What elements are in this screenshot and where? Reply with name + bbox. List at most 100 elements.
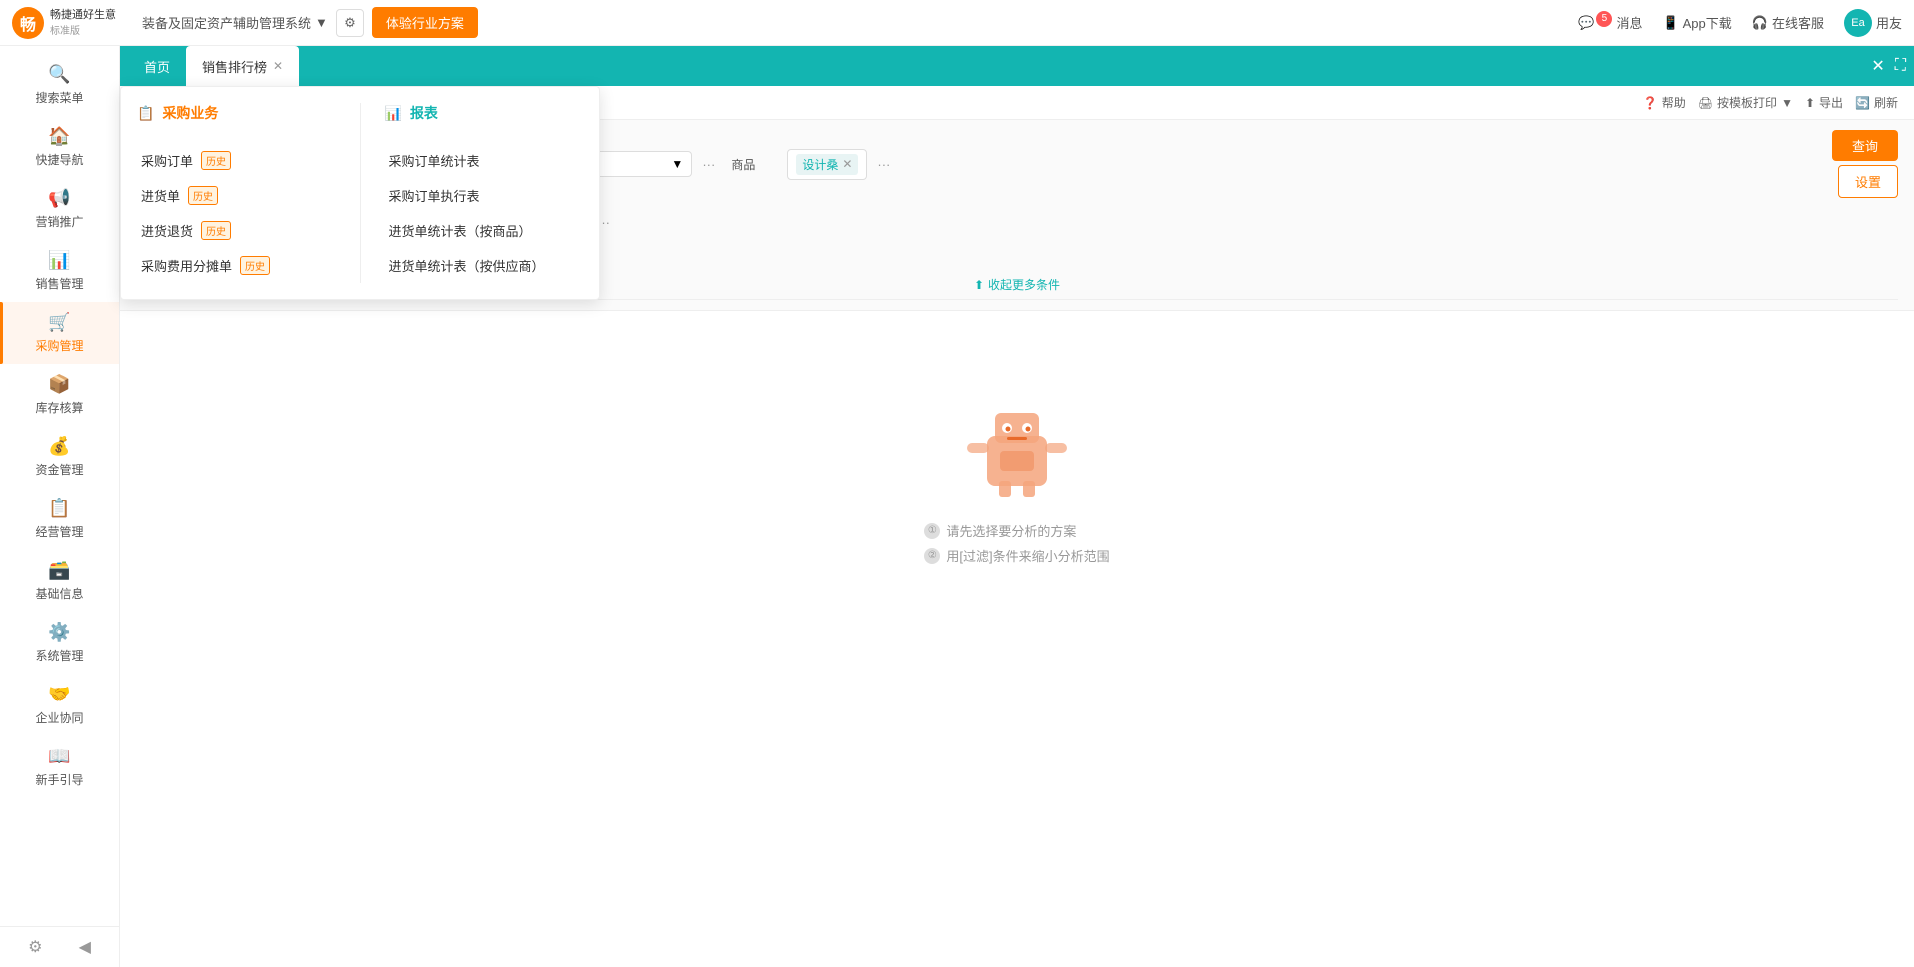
- help-btn[interactable]: ❓ 帮助: [1643, 94, 1686, 111]
- print-dropdown-icon: ▼: [1781, 96, 1793, 110]
- dropdown-col1-title-text: 采购业务: [162, 103, 218, 123]
- sidebar-collapse-btn[interactable]: ◀: [79, 937, 91, 957]
- tab-home-label: 首页: [144, 57, 170, 76]
- sidebar-item-label: 新手引导: [35, 771, 83, 788]
- message-badge: 5: [1596, 11, 1612, 27]
- empty-tips: ① 请先选择要分析的方案 ② 用[过滤]条件来缩小分析范围: [924, 521, 1109, 565]
- logo-area: 畅 畅捷通好生意 标准版: [12, 7, 132, 39]
- dropdown-item-stock-stats-by-goods[interactable]: 进货单统计表（按商品）: [385, 213, 584, 248]
- purchase-expense-label: 采购费用分摊单: [141, 256, 232, 275]
- purchase-order-history-badge: 历史: [201, 151, 231, 170]
- stock-in-label: 进货单: [141, 186, 180, 205]
- online-service-btn[interactable]: 🎧 在线客服: [1752, 13, 1824, 32]
- sidebar-item-label: 搜索菜单: [35, 89, 83, 106]
- report-icon: 📊: [385, 105, 402, 122]
- industry-btn[interactable]: 体验行业方案: [372, 7, 478, 38]
- help-icon: ❓: [1643, 96, 1658, 110]
- dropdown-item-purchase-order[interactable]: 采购订单 历史: [137, 143, 336, 178]
- sidebar-item-purchase[interactable]: 🛒 采购管理: [0, 302, 119, 364]
- sidebar-item-marketing[interactable]: 📢 营销推广: [0, 178, 119, 240]
- refresh-btn[interactable]: 🔄 刷新: [1855, 94, 1898, 111]
- purchase-icon: 🛒: [48, 312, 70, 333]
- goods-tag-text: 设计桑: [802, 156, 838, 173]
- sidebar-item-basic-info[interactable]: 🗃️ 基础信息: [0, 550, 119, 612]
- sidebar-item-system[interactable]: ⚙️ 系统管理: [0, 612, 119, 674]
- tab-close-icon[interactable]: ✕: [273, 59, 283, 73]
- empty-tip-1: ① 请先选择要分析的方案: [924, 521, 1109, 540]
- sidebar-item-sales[interactable]: 📊 销售管理: [0, 240, 119, 302]
- logo-text: 畅捷通好生意: [50, 8, 116, 22]
- tab-maximize-btn[interactable]: ⛶: [1895, 57, 1906, 75]
- sidebar-item-label: 快捷导航: [35, 151, 83, 168]
- voucher-status-more-btn[interactable]: ···: [698, 157, 719, 172]
- purchase-expense-history-badge: 历史: [240, 256, 270, 275]
- voucher-status-dropdown-icon: ▼: [671, 157, 683, 171]
- marketing-icon: 📢: [48, 188, 70, 209]
- sidebar-item-quick-nav[interactable]: 🏠 快捷导航: [0, 116, 119, 178]
- home-icon: 🏠: [48, 126, 70, 147]
- query-button[interactable]: 查询: [1832, 130, 1898, 161]
- empty-svg: [957, 391, 1077, 511]
- dropdown-col-reports: 📊 报表 采购订单统计表 采购订单执行表 进货单统计表（按商品） 进货单统计表（…: [385, 103, 584, 283]
- dropdown-item-order-exec[interactable]: 采购订单执行表: [385, 178, 584, 213]
- avatar: Ea: [1844, 9, 1872, 37]
- sidebar-item-label: 系统管理: [35, 647, 83, 664]
- empty-illustration: [957, 391, 1077, 511]
- empty-area: ① 请先选择要分析的方案 ② 用[过滤]条件来缩小分析范围: [120, 311, 1914, 645]
- system-title-dropdown[interactable]: 装备及固定资产辅助管理系统 ▼: [142, 13, 328, 32]
- purchase-business-icon: 📋: [137, 105, 154, 122]
- dropdown-item-stock-stats-by-supplier[interactable]: 进货单统计表（按供应商）: [385, 248, 584, 283]
- tab-home[interactable]: 首页: [128, 46, 186, 86]
- collapse-label: 收起更多条件: [988, 276, 1060, 293]
- app-download-btn[interactable]: 📱 App下载: [1662, 13, 1731, 32]
- online-service-label: 在线客服: [1772, 13, 1824, 32]
- sidebar-item-label: 企业协同: [35, 709, 83, 726]
- dropdown-item-purchase-expense[interactable]: 采购费用分摊单 历史: [137, 248, 336, 283]
- collapse-up-icon: ⬆: [974, 278, 984, 292]
- user-avatar-btn[interactable]: Ea 用友: [1844, 9, 1902, 37]
- stock-stats-by-supplier-label: 进货单统计表（按供应商）: [389, 256, 545, 275]
- sidebar-item-search[interactable]: 🔍 搜索菜单: [0, 54, 119, 116]
- sidebar-item-guide[interactable]: 📖 新手引导: [0, 736, 119, 798]
- export-btn[interactable]: ⬆ 导出: [1805, 94, 1843, 111]
- logo-tag: 标准版: [50, 22, 116, 37]
- top-header: 畅 畅捷通好生意 标准版 装备及固定资产辅助管理系统 ▼ ⚙ 体验行业方案 💬 …: [0, 0, 1914, 46]
- sidebar-item-inventory[interactable]: 📦 库存核算: [0, 364, 119, 426]
- dropdown-col1-title: 📋 采购业务: [137, 103, 336, 131]
- print-btn[interactable]: 🖨 按模板打印 ▼: [1698, 94, 1793, 111]
- dropdown-col-purchase-business: 📋 采购业务 采购订单 历史 进货单 历史 进货退货 历史 采购费用分摊单 历史: [137, 103, 336, 283]
- dropdown-item-stock-return[interactable]: 进货退货 历史: [137, 213, 336, 248]
- goods-tag-remove-btn[interactable]: ✕: [842, 157, 852, 171]
- sidebar-item-finance[interactable]: 💰 资金管理: [0, 426, 119, 488]
- refresh-icon: 🔄: [1855, 96, 1870, 110]
- dropdown-arrow-icon: ▼: [315, 15, 328, 30]
- sidebar-settings-btn[interactable]: ⚙: [28, 937, 42, 957]
- order-stats-label: 采购订单统计表: [389, 151, 480, 170]
- tab-close-window-btn[interactable]: ✕: [1871, 56, 1884, 76]
- stock-return-history-badge: 历史: [201, 221, 231, 240]
- sidebar: 🔍 搜索菜单 🏠 快捷导航 📢 营销推广 📊 销售管理 🛒 采购管理 📦 库存核…: [0, 46, 120, 967]
- sidebar-item-enterprise[interactable]: 🤝 企业协同: [0, 674, 119, 736]
- stock-return-label: 进货退货: [141, 221, 193, 240]
- sidebar-item-operations[interactable]: 📋 经营管理: [0, 488, 119, 550]
- dropdown-item-order-stats[interactable]: 采购订单统计表: [385, 143, 584, 178]
- goods-label: 商品: [731, 156, 781, 173]
- dropdown-item-stock-in[interactable]: 进货单 历史: [137, 178, 336, 213]
- headset-icon: 🎧: [1752, 15, 1768, 31]
- goods-more-btn[interactable]: ···: [873, 157, 894, 172]
- settings-button[interactable]: ⚙: [336, 9, 364, 37]
- order-exec-label: 采购订单执行表: [389, 186, 480, 205]
- action-group: 查询 设置: [1832, 130, 1898, 198]
- system-title-area: 装备及固定资产辅助管理系统 ▼ ⚙ 体验行业方案: [142, 7, 1578, 38]
- export-label: 导出: [1819, 94, 1843, 111]
- dropdown-divider: [360, 103, 361, 283]
- enterprise-icon: 🤝: [48, 684, 70, 705]
- setting-button[interactable]: 设置: [1838, 165, 1898, 198]
- tab-sales-rank[interactable]: 销售排行榜 ✕: [186, 46, 299, 86]
- sales-icon: 📊: [48, 250, 70, 271]
- goods-tag: 设计桑 ✕: [796, 154, 858, 175]
- message-btn[interactable]: 💬 5 消息: [1578, 13, 1642, 32]
- tab-bar-right: ✕ ⛶: [1871, 56, 1906, 76]
- goods-tag-container: 设计桑 ✕: [787, 149, 867, 180]
- empty-tip-2: ② 用[过滤]条件来缩小分析范围: [924, 546, 1109, 565]
